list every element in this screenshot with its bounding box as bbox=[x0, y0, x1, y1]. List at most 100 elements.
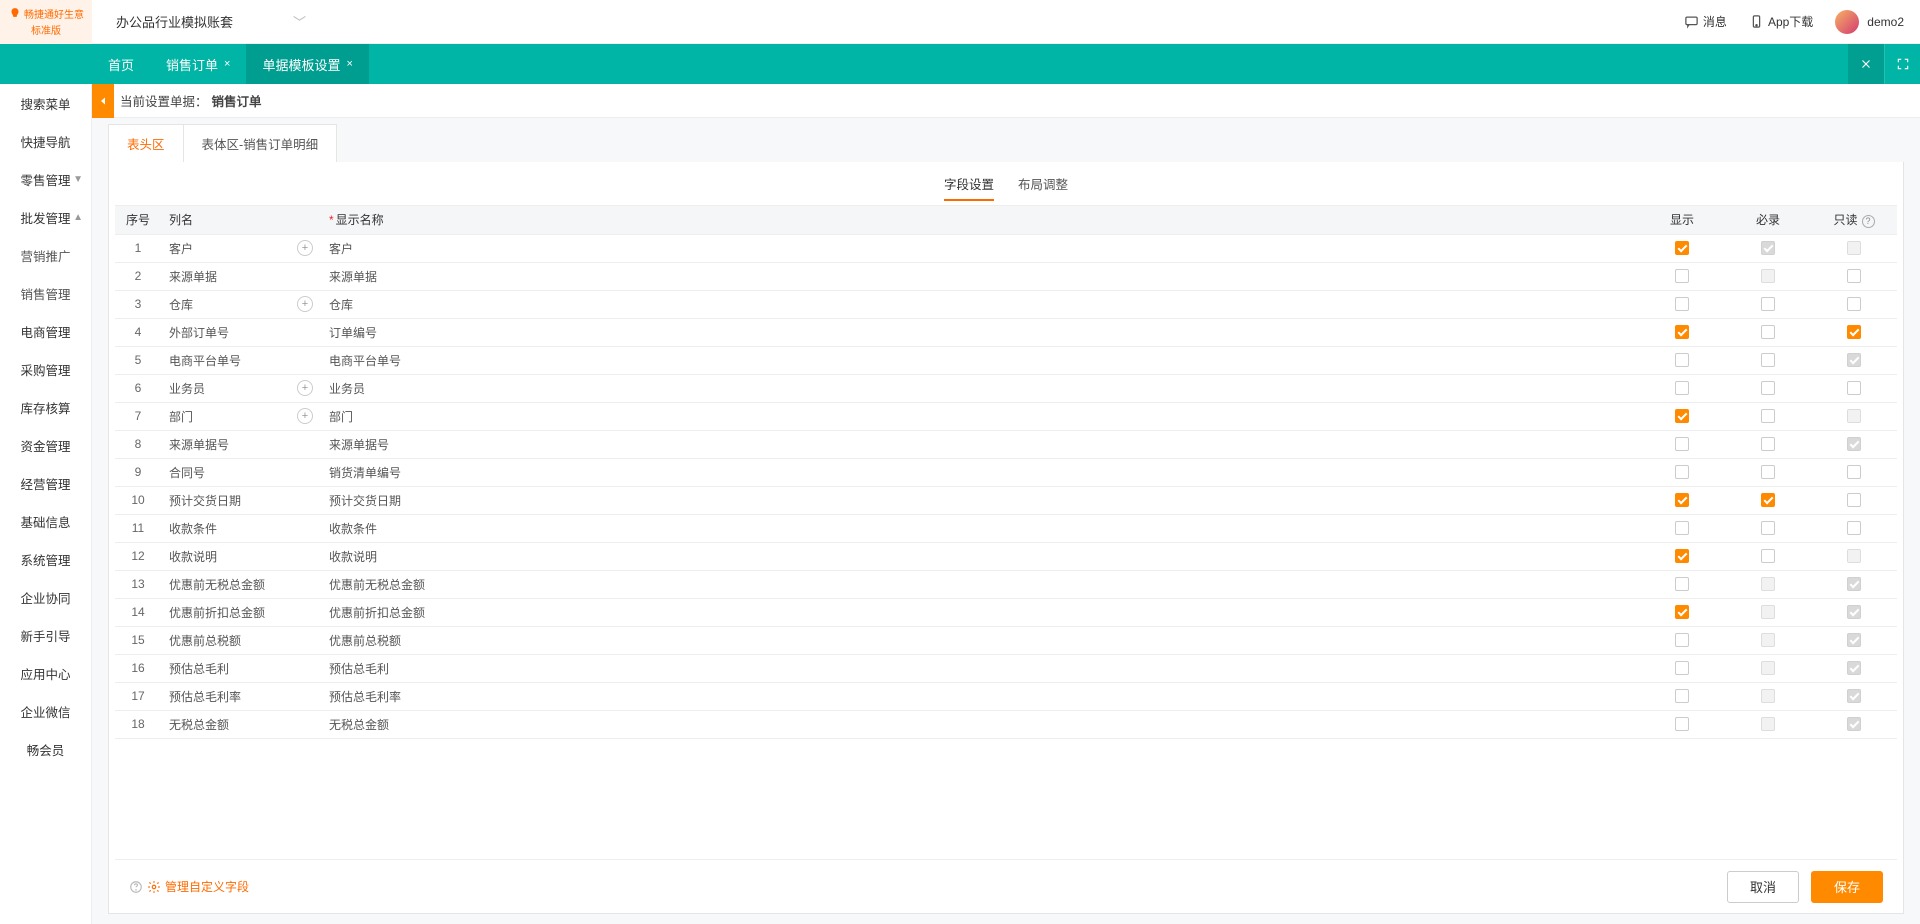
cell-display-name[interactable]: 销货清单编号 bbox=[321, 458, 1639, 486]
cell-display-name[interactable]: 收款条件 bbox=[321, 514, 1639, 542]
cell-display-name[interactable]: 订单编号 bbox=[321, 318, 1639, 346]
sidebar-item[interactable]: 库存核算 bbox=[0, 388, 91, 426]
cell-display-name[interactable]: 无税总金额 bbox=[321, 710, 1639, 738]
sidebar-item[interactable]: 快捷导航 bbox=[0, 122, 91, 160]
checkbox[interactable] bbox=[1675, 381, 1689, 395]
sidebar-item[interactable]: 应用中心 bbox=[0, 654, 91, 692]
page-tab[interactable]: 单据模板设置× bbox=[246, 44, 368, 84]
expand-icon[interactable]: + bbox=[297, 408, 313, 424]
area-tab[interactable]: 表头区 bbox=[108, 124, 184, 162]
checkbox[interactable] bbox=[1847, 269, 1861, 283]
sidebar-item[interactable]: 零售管理▼ bbox=[0, 160, 91, 198]
page-tab[interactable]: 销售订单× bbox=[150, 44, 246, 84]
sidebar-item[interactable]: 企业微信 bbox=[0, 692, 91, 730]
account-selector[interactable]: 办公品行业模拟账套 ﹀ bbox=[116, 12, 306, 31]
checkbox[interactable] bbox=[1675, 325, 1689, 339]
sidebar-item[interactable]: 经营管理 bbox=[0, 464, 91, 502]
area-tab[interactable]: 表体区-销售订单明细 bbox=[184, 124, 338, 162]
cell-display-name[interactable]: 仓库 bbox=[321, 290, 1639, 318]
cell-colname: 客户+ bbox=[161, 234, 321, 262]
cell-display-name[interactable]: 优惠前总税额 bbox=[321, 626, 1639, 654]
sidebar-item[interactable]: 企业协同 bbox=[0, 578, 91, 616]
cell-display-name[interactable]: 优惠前无税总金额 bbox=[321, 570, 1639, 598]
sidebar-item[interactable]: 电商管理 bbox=[0, 312, 91, 350]
sidebar: 搜索菜单快捷导航零售管理▼批发管理▲营销推广销售管理电商管理采购管理库存核算资金… bbox=[0, 84, 92, 924]
cell-display-name[interactable]: 预估总毛利率 bbox=[321, 682, 1639, 710]
sidebar-item[interactable]: 资金管理 bbox=[0, 426, 91, 464]
cell-display-name[interactable]: 来源单据号 bbox=[321, 430, 1639, 458]
expand-icon[interactable]: + bbox=[297, 240, 313, 256]
close-icon[interactable]: × bbox=[224, 58, 230, 70]
checkbox[interactable] bbox=[1847, 325, 1861, 339]
sidebar-item[interactable]: 批发管理▲ bbox=[0, 198, 91, 236]
cell-display-name[interactable]: 优惠前折扣总金额 bbox=[321, 598, 1639, 626]
checkbox[interactable] bbox=[1675, 493, 1689, 507]
checkbox[interactable] bbox=[1675, 269, 1689, 283]
manage-custom-fields-link[interactable]: 管理自定义字段 bbox=[165, 878, 249, 895]
checkbox[interactable] bbox=[1675, 633, 1689, 647]
page-tab[interactable]: 首页 bbox=[92, 44, 150, 84]
checkbox bbox=[1847, 409, 1861, 423]
app-download-button[interactable]: App下载 bbox=[1749, 13, 1813, 30]
checkbox[interactable] bbox=[1675, 241, 1689, 255]
cell-display-name[interactable]: 客户 bbox=[321, 234, 1639, 262]
cancel-button[interactable]: 取消 bbox=[1727, 871, 1799, 903]
checkbox[interactable] bbox=[1847, 297, 1861, 311]
checkbox[interactable] bbox=[1847, 381, 1861, 395]
checkbox[interactable] bbox=[1761, 493, 1775, 507]
save-button[interactable]: 保存 bbox=[1811, 871, 1883, 903]
expand-icon[interactable]: + bbox=[297, 296, 313, 312]
close-icon[interactable]: × bbox=[346, 58, 352, 70]
checkbox[interactable] bbox=[1675, 661, 1689, 675]
checkbox[interactable] bbox=[1847, 465, 1861, 479]
fullscreen-button[interactable] bbox=[1884, 44, 1920, 84]
cell-display-name[interactable]: 收款说明 bbox=[321, 542, 1639, 570]
sidebar-subitem[interactable]: 销售管理 bbox=[0, 274, 91, 312]
checkbox[interactable] bbox=[1761, 465, 1775, 479]
checkbox[interactable] bbox=[1761, 381, 1775, 395]
message-label: 消息 bbox=[1703, 13, 1727, 30]
sub-tab[interactable]: 布局调整 bbox=[1018, 174, 1068, 201]
checkbox[interactable] bbox=[1675, 689, 1689, 703]
message-button[interactable]: 消息 bbox=[1684, 13, 1727, 30]
sidebar-item[interactable]: 采购管理 bbox=[0, 350, 91, 388]
cell-display-name[interactable]: 预估总毛利 bbox=[321, 654, 1639, 682]
checkbox[interactable] bbox=[1675, 465, 1689, 479]
user-menu[interactable]: demo2 bbox=[1835, 10, 1904, 34]
checkbox[interactable] bbox=[1675, 353, 1689, 367]
sidebar-item[interactable]: 基础信息 bbox=[0, 502, 91, 540]
checkbox[interactable] bbox=[1761, 437, 1775, 451]
checkbox[interactable] bbox=[1675, 577, 1689, 591]
checkbox[interactable] bbox=[1761, 549, 1775, 563]
table-row: 16预估总毛利预估总毛利 bbox=[115, 654, 1897, 682]
sidebar-item[interactable]: 搜索菜单 bbox=[0, 84, 91, 122]
expand-icon[interactable]: + bbox=[297, 380, 313, 396]
checkbox[interactable] bbox=[1675, 297, 1689, 311]
checkbox[interactable] bbox=[1847, 521, 1861, 535]
checkbox[interactable] bbox=[1675, 717, 1689, 731]
checkbox[interactable] bbox=[1761, 521, 1775, 535]
cell-display-name[interactable]: 预计交货日期 bbox=[321, 486, 1639, 514]
cell-display-name[interactable]: 部门 bbox=[321, 402, 1639, 430]
checkbox[interactable] bbox=[1675, 437, 1689, 451]
checkbox[interactable] bbox=[1847, 493, 1861, 507]
cell-display-name[interactable]: 电商平台单号 bbox=[321, 346, 1639, 374]
checkbox[interactable] bbox=[1761, 325, 1775, 339]
checkbox[interactable] bbox=[1675, 605, 1689, 619]
sidebar-item[interactable]: 系统管理 bbox=[0, 540, 91, 578]
checkbox[interactable] bbox=[1761, 353, 1775, 367]
help-icon[interactable]: ? bbox=[1862, 215, 1875, 228]
checkbox[interactable] bbox=[1675, 409, 1689, 423]
checkbox[interactable] bbox=[1761, 409, 1775, 423]
cell-display-name[interactable]: 业务员 bbox=[321, 374, 1639, 402]
cell-display-name[interactable]: 来源单据 bbox=[321, 262, 1639, 290]
sidebar-item[interactable]: 新手引导 bbox=[0, 616, 91, 654]
checkbox[interactable] bbox=[1675, 521, 1689, 535]
sub-tab[interactable]: 字段设置 bbox=[944, 174, 994, 201]
sidebar-item[interactable]: 畅会员 bbox=[0, 730, 91, 768]
checkbox[interactable] bbox=[1761, 297, 1775, 311]
banner-flag-icon[interactable] bbox=[92, 84, 114, 118]
close-tab-button[interactable] bbox=[1848, 44, 1884, 84]
checkbox[interactable] bbox=[1675, 549, 1689, 563]
sidebar-subitem[interactable]: 营销推广 bbox=[0, 236, 91, 274]
